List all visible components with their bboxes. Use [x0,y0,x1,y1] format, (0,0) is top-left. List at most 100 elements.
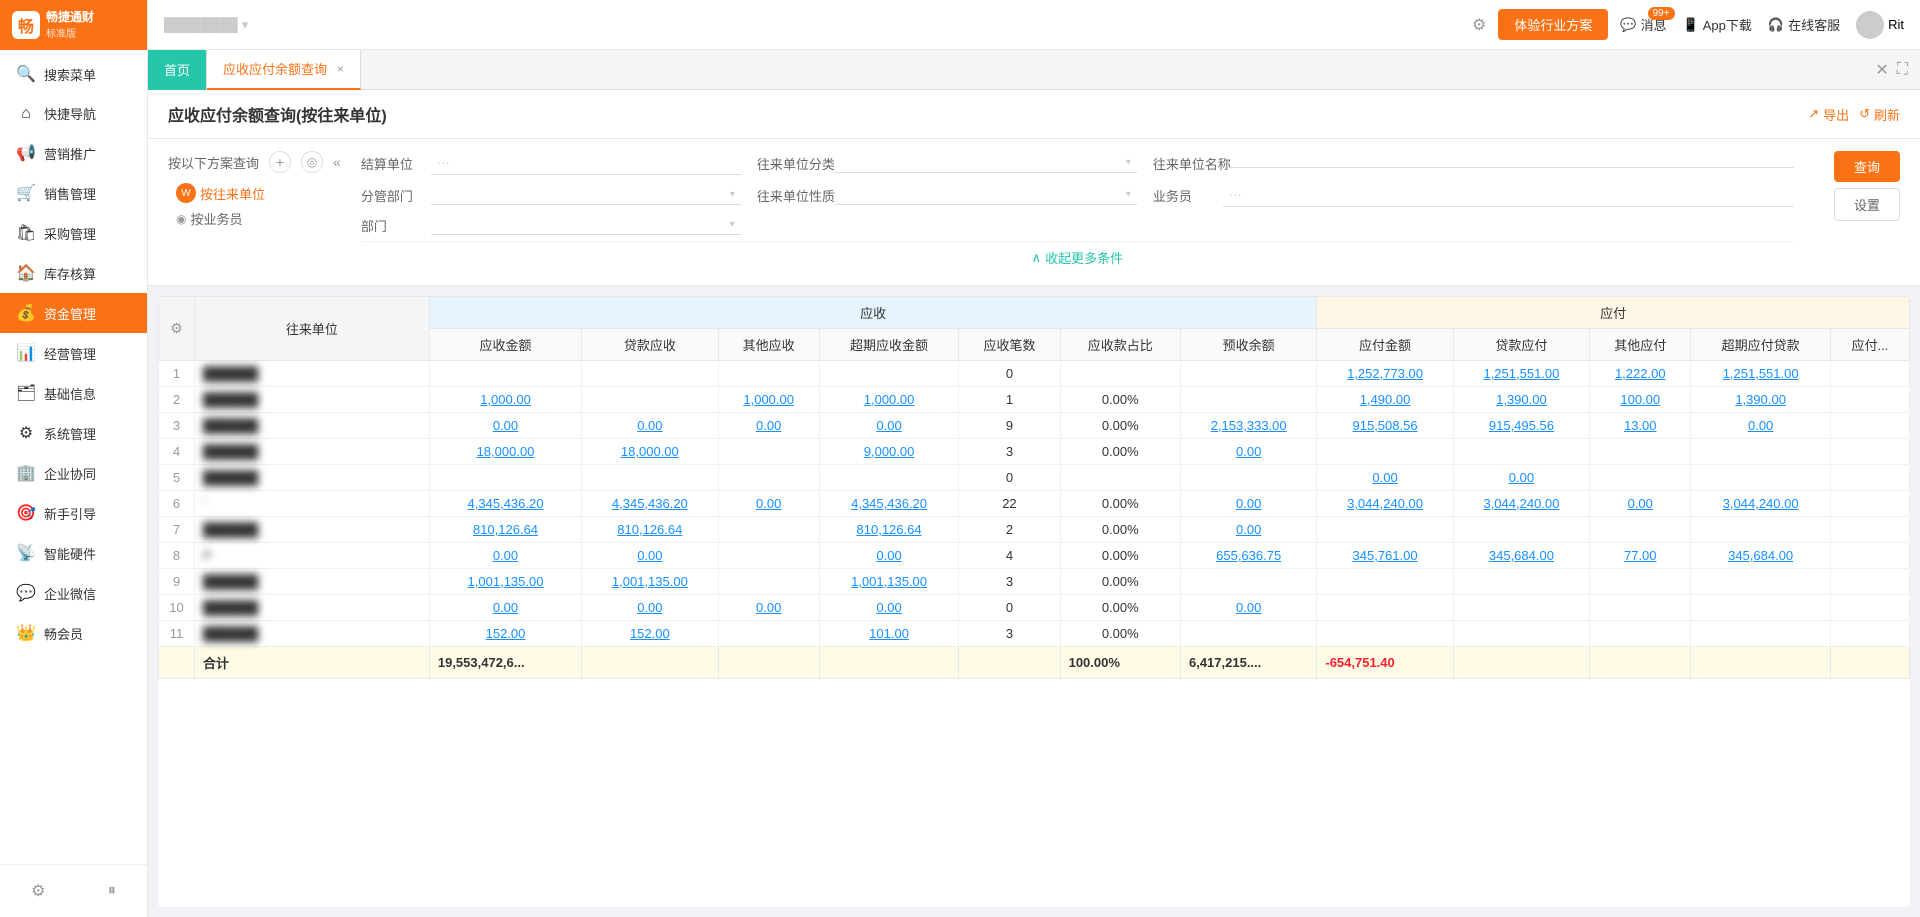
table-cell[interactable]: 1,222.00 [1590,361,1691,387]
table-cell[interactable]: 0.00 [1180,491,1316,517]
table-cell[interactable]: 1,252,773.00 [1317,361,1453,387]
table-cell[interactable]: 1,390.00 [1453,387,1589,413]
table-cell[interactable]: 0.00 [429,595,581,621]
sidebar-item-member[interactable]: 👑 畅会员 [0,613,147,653]
salesperson-input[interactable]: ··· [1223,183,1794,207]
table-cell[interactable]: 0.00 [1453,465,1589,491]
table-cell[interactable]: 345,761.00 [1317,543,1453,569]
sidebar-item-finance[interactable]: 💰 资金管理 [0,293,147,333]
sidebar-item-sales[interactable]: 🛒 销售管理 [0,173,147,213]
app-download-area[interactable]: 📱 App下载 [1683,15,1752,34]
table-cell[interactable]: 1,251,551.00 [1453,361,1589,387]
table-cell[interactable]: 1,000.00 [429,387,581,413]
table-cell[interactable]: 4,345,436.20 [429,491,581,517]
filter-add-button[interactable]: + [269,151,291,173]
tab-maximize-icon[interactable]: ⛶ [1897,61,1908,79]
table-cell[interactable]: 0.00 [582,543,718,569]
sidebar-item-quicknav[interactable]: ⌂ 快捷导航 [0,94,147,133]
table-cell[interactable]: 0.00 [429,413,581,439]
tab-home[interactable]: 首页 [148,50,207,90]
collapse-more-button[interactable]: ∧ 收起更多条件 [361,241,1794,273]
table-cell[interactable]: 4,345,436.20 [819,491,958,517]
table-cell[interactable]: 1,001,135.00 [582,569,718,595]
sidebar-item-basic[interactable]: 🗂 基础信息 [0,373,147,413]
table-cell[interactable]: 101.00 [819,621,958,647]
sidebar-item-wechat[interactable]: 💬 企业微信 [0,573,147,613]
export-button[interactable]: ↗ 导出 [1808,105,1849,124]
query-button[interactable]: 查询 [1834,151,1900,182]
table-cell[interactable]: 4,345,436.20 [582,491,718,517]
table-cell[interactable]: 18,000.00 [582,439,718,465]
table-cell[interactable]: 0.00 [1691,413,1830,439]
table-cell[interactable]: 655,636.75 [1180,543,1316,569]
user-area[interactable]: Rit [1856,11,1904,39]
sidebar-collapse-btn[interactable]: ⏸ [102,876,122,906]
refresh-button[interactable]: ↺ 刷新 [1859,105,1900,124]
dept-input[interactable]: ▾ [431,215,741,235]
footer-ar-amount[interactable]: 19,553,472,6... [429,647,581,679]
table-cell[interactable]: 0.00 [819,543,958,569]
table-cell[interactable]: 1,251,551.00 [1691,361,1830,387]
table-cell[interactable]: 810,126.64 [582,517,718,543]
filter-collapse-icon[interactable]: « [333,154,341,170]
table-cell[interactable]: 0.00 [718,491,819,517]
jiesuan-unit-input[interactable]: ··· [431,151,741,175]
table-cell[interactable]: 0.00 [429,543,581,569]
table-cell[interactable]: 345,684.00 [1453,543,1589,569]
table-cell[interactable]: 3,044,240.00 [1317,491,1453,517]
sidebar-item-system[interactable]: ⚙ 系统管理 [0,413,147,453]
topbar-gear-icon[interactable]: ⚙ [1472,15,1486,35]
sidebar-item-guide[interactable]: 🎯 新手引导 [0,493,147,533]
table-cell[interactable]: 0.00 [1180,517,1316,543]
table-cell[interactable]: 1,000.00 [819,387,958,413]
tab-close-window-icon[interactable]: ✕ [1875,60,1888,80]
scheme-by-partner[interactable]: W 按往来单位 [176,183,265,203]
table-cell[interactable]: 915,508.56 [1317,413,1453,439]
table-cell[interactable]: 0.00 [1590,491,1691,517]
table-cell[interactable]: 1,001,135.00 [429,569,581,595]
table-cell[interactable]: 18,000.00 [429,439,581,465]
table-cell[interactable]: 0.00 [1180,595,1316,621]
table-cell[interactable]: 9,000.00 [819,439,958,465]
notification-area[interactable]: 💬 消息 99+ [1620,15,1666,34]
partner-nature-input[interactable]: ▾ [835,185,1137,205]
settings-button[interactable]: 设置 [1834,188,1900,221]
table-cell[interactable]: 0.00 [718,413,819,439]
table-cell[interactable]: 1,490.00 [1317,387,1453,413]
table-cell[interactable]: 0.00 [819,595,958,621]
table-cell[interactable]: 0.00 [582,413,718,439]
table-cell[interactable]: 1,001,135.00 [819,569,958,595]
tab-close-icon[interactable]: × [337,62,344,76]
table-cell[interactable]: 345,684.00 [1691,543,1830,569]
sidebar-item-warehouse[interactable]: 🏠 库存核算 [0,253,147,293]
sidebar-item-enterprise[interactable]: 🏢 企业协同 [0,453,147,493]
table-cell[interactable]: 1,390.00 [1691,387,1830,413]
table-cell[interactable]: 0.00 [718,595,819,621]
sidebar-item-hardware[interactable]: 📡 智能硬件 [0,533,147,573]
filter-settings-button[interactable]: ◎ [301,151,323,173]
table-cell[interactable]: 100.00 [1590,387,1691,413]
sidebar-item-marketing[interactable]: 📢 营销推广 [0,133,147,173]
table-cell[interactable]: 915,495.56 [1453,413,1589,439]
partner-category-input[interactable]: ▾ [835,153,1137,173]
table-settings-icon[interactable]: ⚙ [170,320,183,336]
solution-button[interactable]: 体验行业方案 [1498,9,1608,40]
table-cell[interactable]: 0.00 [582,595,718,621]
table-cell[interactable]: 2,153,333.00 [1180,413,1316,439]
table-cell[interactable]: 810,126.64 [429,517,581,543]
sidebar-settings-btn[interactable]: ⚙ [25,875,51,907]
table-cell[interactable]: 3,044,240.00 [1691,491,1830,517]
sidebar-item-operations[interactable]: 📊 经营管理 [0,333,147,373]
sidebar-item-search[interactable]: 🔍 搜索菜单 [0,54,147,94]
scheme-by-salesperson[interactable]: ◉ 按业务员 [176,209,341,228]
table-cell[interactable]: 0.00 [819,413,958,439]
table-cell[interactable]: 0.00 [1317,465,1453,491]
table-cell[interactable]: 13.00 [1590,413,1691,439]
table-cell[interactable]: 152.00 [429,621,581,647]
tab-arquery[interactable]: 应收应付余额查询 × [207,50,361,90]
online-service-area[interactable]: 🎧 在线客服 [1768,15,1840,34]
table-cell[interactable]: 0.00 [1180,439,1316,465]
table-cell[interactable]: 152.00 [582,621,718,647]
sidebar-item-purchase[interactable]: 🛍 采购管理 [0,213,147,253]
table-cell[interactable]: 810,126.64 [819,517,958,543]
